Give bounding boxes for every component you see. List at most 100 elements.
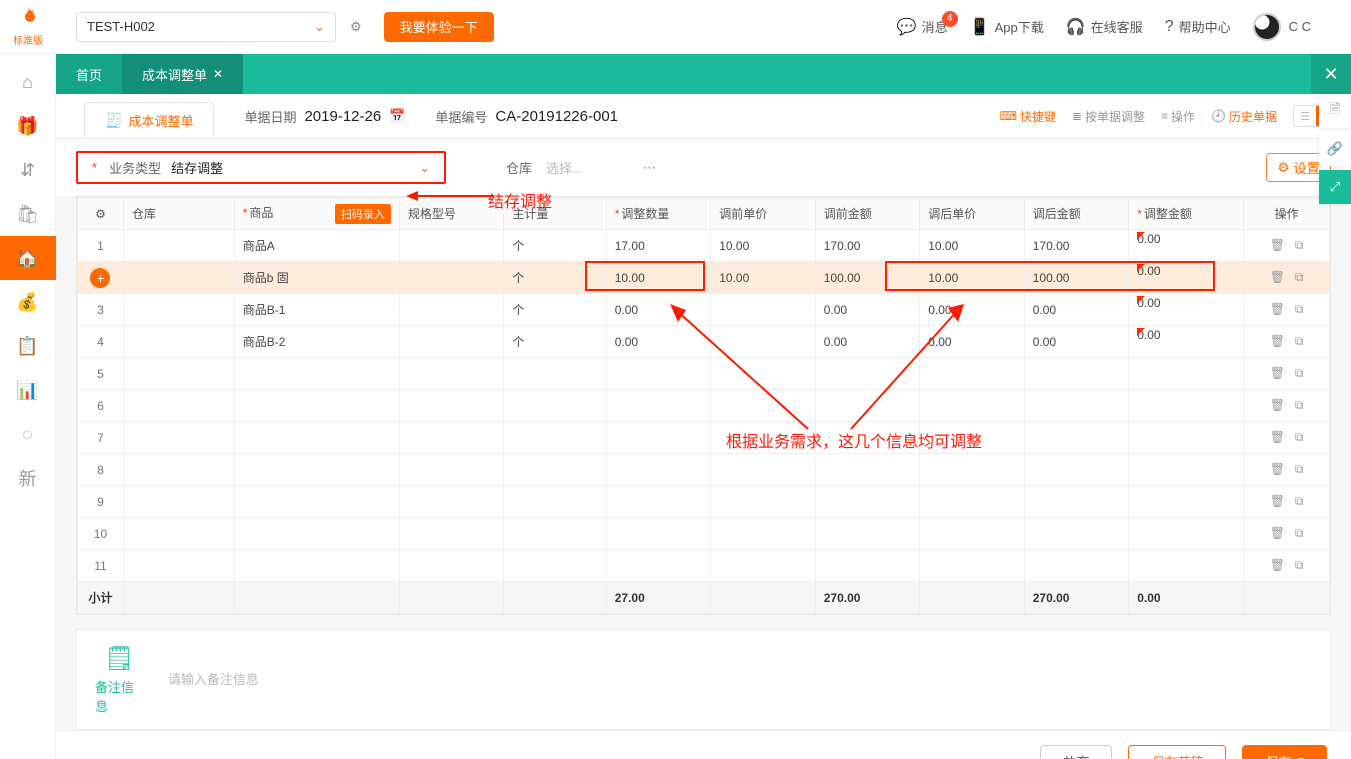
filter-row: * 业务类型 结存调整 ⌄ 仓库 选择... ⋯ ⚙设置 [56, 139, 1351, 196]
table-row[interactable]: 11🗑⧉ [78, 550, 1330, 582]
delete-icon[interactable]: 🗑 [1270, 334, 1285, 349]
delete-icon[interactable]: 🗑 [1270, 494, 1285, 509]
copy-icon[interactable]: ⧉ [1295, 238, 1304, 253]
delete-icon[interactable]: 🗑 [1270, 430, 1285, 445]
by-doc-action[interactable]: ≣ 按单据调整 [1072, 108, 1145, 125]
save-draft-button[interactable]: 保存草稿 [1128, 745, 1226, 759]
nav-money-icon[interactable]: 💰 [0, 280, 56, 324]
page-tabs: 首页 成本调整单✕ ✕ [56, 54, 1351, 94]
table-row[interactable]: 6🗑⧉ [78, 390, 1330, 422]
copy-icon[interactable]: ⧉ [1295, 462, 1304, 477]
copy-icon[interactable]: ⧉ [1295, 526, 1304, 541]
copy-icon[interactable]: ⧉ [1295, 398, 1304, 413]
calendar-icon: 📅 [389, 108, 405, 124]
dock-expand-icon[interactable]: ⤢ [1319, 170, 1351, 204]
copy-icon[interactable]: ⧉ [1295, 302, 1304, 317]
clipboard-icon: 🗒 [104, 644, 134, 673]
doc-actions: ⌨ 快捷键 ≣ 按单据调整 ≡ 操作 🕘 历史单据 ☰▦ [1000, 105, 1339, 127]
copy-icon[interactable]: ⧉ [1295, 366, 1304, 381]
help-link[interactable]: ?帮助中心 [1165, 17, 1231, 36]
nav-clipboard-icon[interactable]: 📋 [0, 324, 56, 368]
flame-icon [16, 6, 40, 30]
nav-bag-icon[interactable]: 🛍 [0, 192, 56, 236]
copy-icon[interactable]: ⧉ [1295, 494, 1304, 509]
subtotal-row: 小计 27.00270.00 270.000.00 [78, 582, 1330, 614]
scan-badge[interactable]: 扫码录入 [335, 204, 391, 224]
hdr-warehouse: 仓库 [123, 198, 234, 230]
nav-ring-icon[interactable]: ◌ [0, 412, 56, 456]
tabs-close-all[interactable]: ✕ [1311, 54, 1351, 94]
phone-icon: 📱 [970, 17, 990, 37]
history-action[interactable]: 🕘 历史单据 [1211, 108, 1277, 125]
save-button[interactable]: 保存▾ [1242, 745, 1327, 759]
dock-link-icon[interactable]: 🔗 [1319, 132, 1351, 166]
hdr-product: *商品扫码录入 [234, 198, 399, 230]
app-download-link[interactable]: 📱App下载 [970, 17, 1044, 37]
gear-icon[interactable]: ⚙ [350, 19, 362, 35]
user-menu[interactable]: C C [1253, 13, 1311, 41]
nav-warehouse-icon[interactable]: 🏠 [0, 236, 56, 280]
delete-icon[interactable]: 🗑 [1270, 462, 1285, 477]
delete-icon[interactable]: 🗑 [1270, 238, 1285, 253]
hdr-preamt: 调前金额 [815, 198, 920, 230]
remarks-input[interactable] [168, 672, 1312, 687]
dock-doc-icon[interactable]: 🗎 [1319, 94, 1351, 128]
doc-number-field: 单据编号 CA-20191226-001 [435, 107, 618, 126]
nav-updown-icon[interactable]: ⇵ [0, 148, 56, 192]
table-row[interactable]: 8🗑⧉ [78, 454, 1330, 486]
delete-icon[interactable]: 🗑 [1270, 558, 1285, 573]
messages-link[interactable]: 💬 消息 4 [897, 17, 948, 37]
left-sidebar: ⌂ 🎁 ⇵ 🛍 🏠 💰 📋 📊 ◌ 新 [0, 54, 56, 759]
warehouse-select[interactable]: 仓库 选择... [506, 158, 583, 177]
table-row[interactable]: 10🗑⧉ [78, 518, 1330, 550]
hdr-uom: 主计量 [504, 198, 606, 230]
nav-gift-icon[interactable]: 🎁 [0, 104, 56, 148]
nav-new-icon[interactable]: 新 [0, 456, 56, 500]
chat-icon: 💬 [897, 17, 917, 37]
tab-cost-adjust[interactable]: 成本调整单✕ [122, 54, 243, 94]
table-row[interactable]: 9🗑⧉ [78, 486, 1330, 518]
table-row[interactable]: 1商品A个17.0010.00170.0010.00170.000.00🗑⧉ [78, 230, 1330, 262]
tab-home[interactable]: 首页 [56, 54, 122, 94]
support-link[interactable]: 🎧在线客服 [1066, 17, 1143, 37]
msg-badge: 4 [942, 11, 958, 27]
table-row[interactable]: 5🗑⧉ [78, 358, 1330, 390]
doc-title-tab[interactable]: 🧾成本调整单 [84, 102, 214, 138]
table-row[interactable]: 4商品B-2个0.000.000.000.000.00🗑⧉ [78, 326, 1330, 358]
delete-icon[interactable]: 🗑 [1270, 270, 1285, 285]
delete-icon[interactable]: 🗑 [1270, 526, 1285, 541]
delete-icon[interactable]: 🗑 [1270, 398, 1285, 413]
copy-icon[interactable]: ⧉ [1295, 430, 1304, 445]
help-icon: ? [1165, 18, 1174, 36]
copy-icon[interactable]: ⧉ [1295, 558, 1304, 573]
headset-icon: 🎧 [1066, 17, 1086, 37]
right-dock: 🗎 🔗 ⤢ [1319, 94, 1351, 204]
chevron-down-icon: ⌄ [419, 160, 430, 176]
document-header: 🧾成本调整单 单据日期 2019-12-26 📅 单据编号 CA-2019122… [56, 94, 1351, 139]
hdr-gear[interactable]: ⚙ [78, 198, 124, 230]
business-type-select[interactable]: * 业务类型 结存调整 ⌄ [76, 151, 446, 184]
app-header: 标准版 TEST-H002 ⌄ ⚙ 我要体验一下 💬 消息 4 📱App下载 🎧… [0, 0, 1351, 54]
remarks-panel: 🗒 备注信息 [76, 629, 1331, 730]
company-select[interactable]: TEST-H002 ⌄ [76, 12, 336, 42]
table-row[interactable]: 7🗑⧉ [78, 422, 1330, 454]
delete-icon[interactable]: 🗑 [1270, 366, 1285, 381]
table-row[interactable]: +商品b 固个10.0010.00100.0010.00100.000.00🗑⧉ [78, 262, 1330, 294]
delete-icon[interactable]: 🗑 [1270, 302, 1285, 317]
brand-tier: 标准版 [13, 32, 43, 47]
shortcut-action[interactable]: ⌨ 快捷键 [1000, 108, 1056, 125]
nav-report-icon[interactable]: 📊 [0, 368, 56, 412]
doc-icon: 🧾 [105, 112, 122, 129]
nav-home-icon[interactable]: ⌂ [0, 60, 56, 104]
trial-button[interactable]: 我要体验一下 [384, 12, 494, 42]
copy-icon[interactable]: ⧉ [1295, 270, 1304, 285]
add-row-button[interactable]: + [90, 268, 110, 288]
table-row[interactable]: 3商品B-1个0.000.000.000.000.00🗑⧉ [78, 294, 1330, 326]
copy-icon[interactable]: ⧉ [1295, 334, 1304, 349]
hdr-adj: *调整金额 [1129, 198, 1244, 230]
close-icon[interactable]: ✕ [213, 67, 223, 81]
discard-button[interactable]: 放弃 [1040, 745, 1112, 759]
doc-date-field[interactable]: 单据日期 2019-12-26 📅 [244, 107, 405, 126]
ops-action[interactable]: ≡ 操作 [1161, 108, 1195, 125]
more-icon[interactable]: ⋯ [643, 160, 658, 176]
